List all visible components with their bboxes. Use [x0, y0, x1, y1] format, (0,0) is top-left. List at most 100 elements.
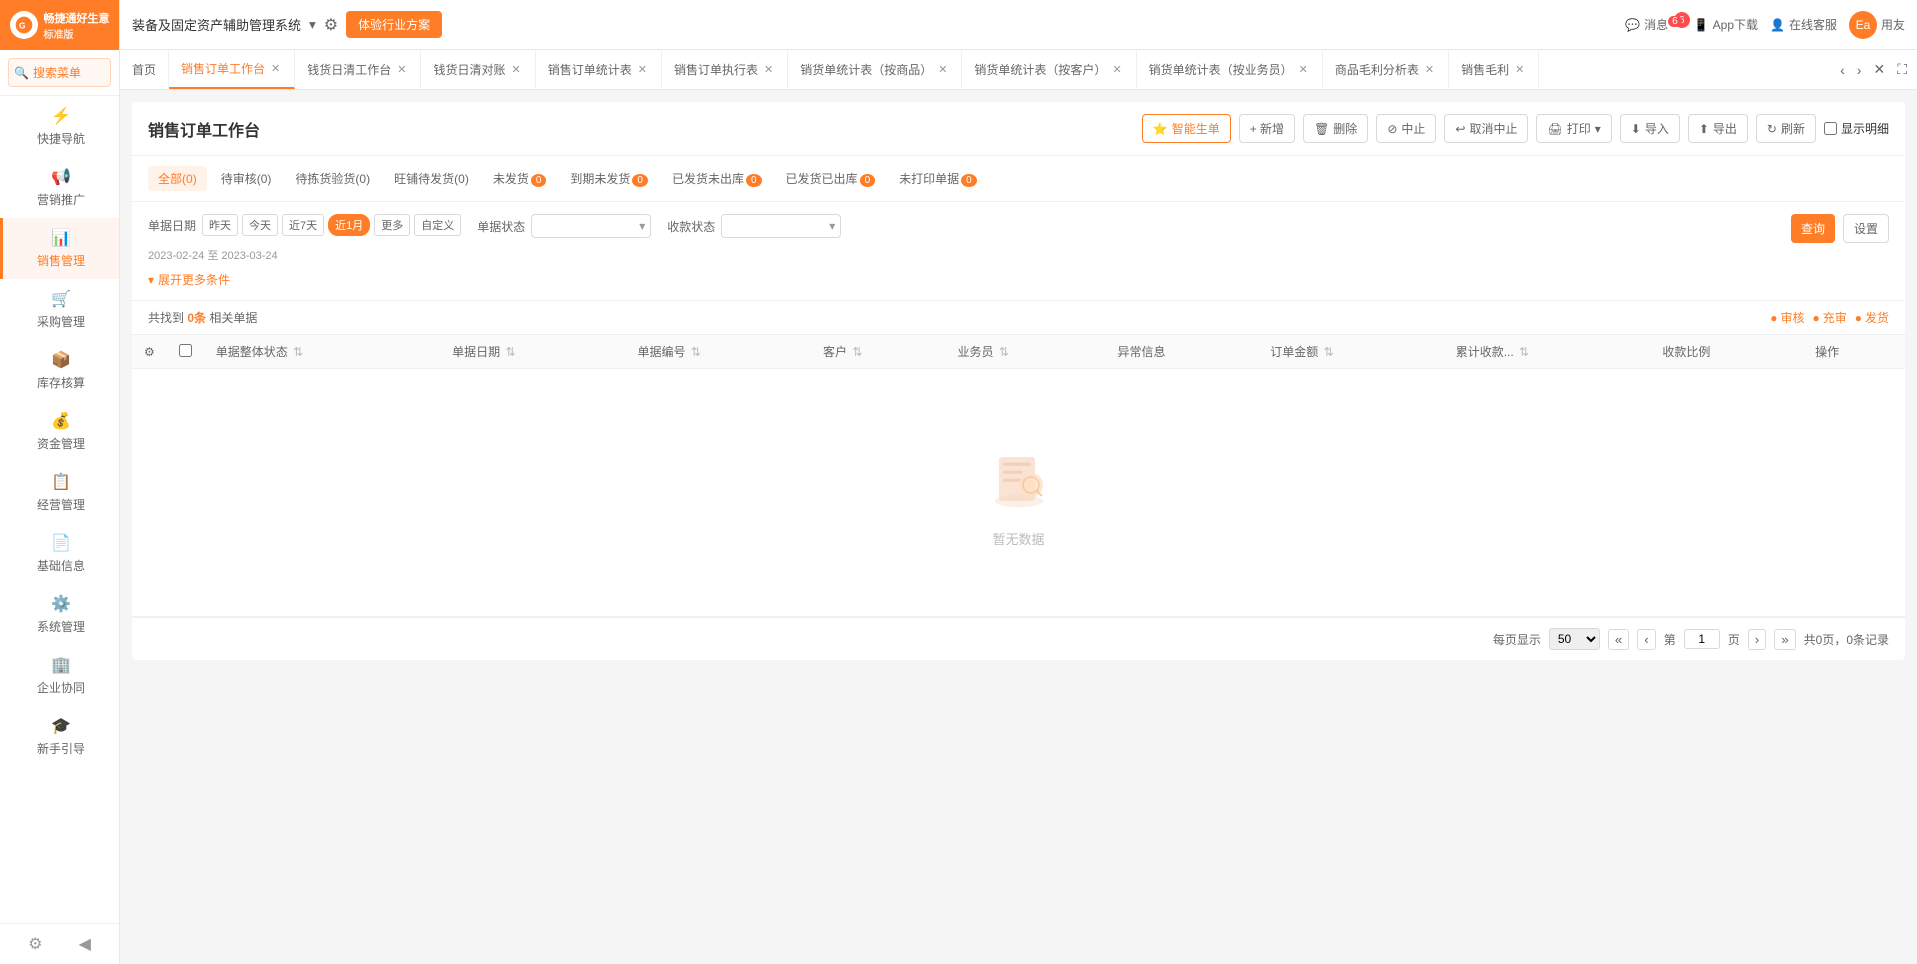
page-next-button[interactable]: › [1748, 629, 1766, 650]
sidebar-item-inventory[interactable]: 📦 库存核算 [0, 340, 119, 401]
col-amount-sort[interactable]: ⇅ [1324, 345, 1334, 359]
per-page-select[interactable]: 50 10 20 100 [1549, 628, 1600, 650]
date-more[interactable]: 更多 [374, 214, 410, 236]
sub-tab-pending-review[interactable]: 待审核(0) [211, 166, 282, 191]
col-customer-sort[interactable]: ⇅ [852, 345, 862, 359]
expand-conditions-button[interactable]: ▾ 展开更多条件 [148, 271, 1889, 288]
col-staff-sort[interactable]: ⇅ [999, 345, 1009, 359]
tab-cash-daily-close[interactable]: ✕ [395, 63, 408, 76]
tabs-expand-button[interactable]: ⛶ [1893, 59, 1911, 80]
system-dropdown-button[interactable]: ▾ [309, 17, 316, 33]
delete-icon: 🗑 [1314, 122, 1329, 136]
tab-sales-order[interactable]: 销售订单工作台 ✕ [169, 50, 295, 89]
refresh-button[interactable]: ↻ 刷新 [1756, 114, 1816, 143]
sub-tab-all[interactable]: 全部(0) [148, 166, 207, 191]
tab-cash-reconcile[interactable]: 钱货日清对账 ✕ [421, 51, 535, 88]
show-detail-label[interactable]: 显示明细 [1824, 120, 1889, 137]
app-download-item[interactable]: 📱 App下载 [1694, 16, 1758, 33]
cancel-review-action-button[interactable]: ● 充审 [1812, 309, 1846, 326]
tab-margin-analysis-close[interactable]: ✕ [1423, 63, 1436, 76]
select-all-checkbox[interactable] [179, 344, 192, 357]
date-1month[interactable]: 近1月 [328, 214, 370, 236]
date-7days[interactable]: 近7天 [282, 214, 324, 236]
sub-tab-shipped-not-out[interactable]: 已发货未出库0 [662, 166, 772, 191]
print-button[interactable]: 🖨 打印 ▾ [1536, 114, 1611, 143]
smart-create-button[interactable]: ⭐ 智能生单 [1142, 114, 1231, 143]
user-avatar: Ea [1849, 11, 1877, 39]
date-custom[interactable]: 自定义 [414, 214, 461, 236]
sidebar-item-finance[interactable]: 💰 资金管理 [0, 401, 119, 462]
review-action-button[interactable]: ● 审核 [1770, 309, 1804, 326]
sub-tab-shipped-out[interactable]: 已发货已出库0 [776, 166, 886, 191]
collapse-button[interactable]: ◀ [79, 934, 91, 954]
tab-margin-analysis[interactable]: 商品毛利分析表 ✕ [1323, 51, 1449, 88]
page-number-input[interactable] [1684, 629, 1720, 649]
message-item[interactable]: 💬 6 消息6 [1625, 16, 1682, 33]
tab-sales-single-customer[interactable]: 销货单统计表（按客户） ✕ [962, 51, 1136, 88]
finance-icon: 💰 [51, 411, 71, 431]
stop-button[interactable]: ⊘ 中止 [1376, 114, 1436, 143]
basic-icon: 📄 [51, 533, 71, 553]
import-button[interactable]: ⬇ 导入 [1620, 114, 1680, 143]
sidebar-item-basic[interactable]: 📄 基础信息 [0, 523, 119, 584]
tab-sales-single-staff-close[interactable]: ✕ [1297, 63, 1310, 76]
status-select[interactable] [531, 214, 651, 238]
sidebar-item-enterprise[interactable]: 🏢 企业协同 [0, 645, 119, 706]
add-button[interactable]: + 新增 [1239, 114, 1295, 143]
tab-sales-exec[interactable]: 销售订单执行表 ✕ [662, 51, 788, 88]
filter-settings-button[interactable]: 设置 [1843, 214, 1889, 243]
tab-sales-profit[interactable]: 销售毛利 ✕ [1449, 51, 1539, 88]
topbar-settings-button[interactable]: ⚙ [324, 15, 338, 35]
date-today[interactable]: 今天 [242, 214, 278, 236]
sub-tab-expired[interactable]: 到期未发货0 [560, 166, 658, 191]
ship-action-button[interactable]: ● 发货 [1855, 309, 1889, 326]
online-service-item[interactable]: 👤 在线客服 [1770, 16, 1837, 33]
search-menu-button[interactable]: 🔍 搜索菜单 [8, 58, 111, 87]
page-last-button[interactable]: » [1774, 629, 1795, 650]
payment-select[interactable] [721, 214, 841, 238]
col-number-sort[interactable]: ⇅ [691, 345, 701, 359]
tab-sales-stats-close[interactable]: ✕ [636, 63, 649, 76]
tab-cash-daily[interactable]: 钱货日清工作台 ✕ [295, 51, 421, 88]
cancel-stop-button[interactable]: ↩ 取消中止 [1444, 114, 1528, 143]
col-settings[interactable]: ⚙ [132, 335, 167, 369]
tab-cash-reconcile-close[interactable]: ✕ [510, 63, 523, 76]
tab-home[interactable]: 首页 [120, 51, 169, 88]
sidebar-item-marketing[interactable]: 📢 营销推广 [0, 157, 119, 218]
tabs-right-button[interactable]: › [1853, 60, 1866, 80]
tab-sales-profit-close[interactable]: ✕ [1513, 63, 1526, 76]
tab-sales-stats[interactable]: 销售订单统计表 ✕ [536, 51, 662, 88]
tabs-close-button[interactable]: ✕ [1869, 59, 1889, 80]
col-status-sort[interactable]: ⇅ [293, 345, 303, 359]
col-date-sort[interactable]: ⇅ [505, 345, 515, 359]
col-collected-sort[interactable]: ⇅ [1519, 345, 1529, 359]
export-button[interactable]: ⬆ 导出 [1688, 114, 1748, 143]
sidebar-item-guide[interactable]: 🎓 新手引导 [0, 706, 119, 767]
user-item[interactable]: Ea 用友 [1849, 11, 1905, 39]
page-first-button[interactable]: « [1608, 629, 1629, 650]
date-yesterday[interactable]: 昨天 [202, 214, 238, 236]
delete-button[interactable]: 🗑 删除 [1303, 114, 1368, 143]
sub-tab-pending-check[interactable]: 待拣货验货(0) [285, 166, 380, 191]
tab-sales-order-close[interactable]: ✕ [269, 62, 282, 75]
page-prev-button[interactable]: ‹ [1637, 629, 1655, 650]
sub-tab-not-printed[interactable]: 未打印单据0 [889, 166, 987, 191]
solution-button[interactable]: 体验行业方案 [346, 11, 442, 38]
query-button[interactable]: 查询 [1791, 214, 1835, 243]
sidebar-item-purchase[interactable]: 🛒 采购管理 [0, 279, 119, 340]
sub-tab-not-shipped[interactable]: 未发货0 [483, 166, 557, 191]
tab-sales-single-product-close[interactable]: ✕ [936, 63, 949, 76]
tabs-left-button[interactable]: ‹ [1836, 60, 1849, 80]
sidebar-item-quicknav[interactable]: ⚡ 快捷导航 [0, 96, 119, 157]
tab-sales-single-product[interactable]: 销货单统计表（按商品） ✕ [788, 51, 962, 88]
tab-sales-single-customer-close[interactable]: ✕ [1110, 63, 1123, 76]
show-detail-checkbox[interactable] [1824, 122, 1837, 135]
tab-sales-exec-close[interactable]: ✕ [762, 63, 775, 76]
tab-sales-single-staff[interactable]: 销货单统计表（按业务员） ✕ [1137, 51, 1323, 88]
sidebar-item-system[interactable]: ⚙️ 系统管理 [0, 584, 119, 645]
sub-tab-wangpu[interactable]: 旺铺待发货(0) [384, 166, 479, 191]
col-checkbox[interactable] [167, 335, 204, 369]
settings-bottom-button[interactable]: ⚙ [28, 934, 42, 954]
sidebar-item-operation[interactable]: 📋 经营管理 [0, 462, 119, 523]
sidebar-item-sales[interactable]: 📊 销售管理 [0, 218, 119, 279]
